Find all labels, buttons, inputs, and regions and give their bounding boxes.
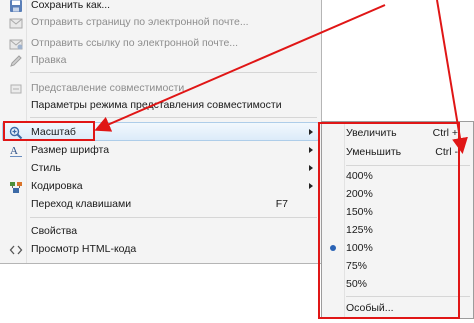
submenu-arrow-icon	[309, 147, 313, 153]
view-source-icon	[8, 242, 24, 257]
menu-item-label: Стиль	[31, 162, 61, 174]
menu-separator	[30, 117, 317, 118]
menu-separator	[30, 217, 317, 218]
menu-item-label: Отправить ссылку по электронной почте...	[31, 37, 239, 49]
menu-item-label: Отправить страницу по электронной почте.…	[31, 16, 249, 28]
save-icon	[8, 0, 24, 13]
menu-item-label: Кодировка	[31, 180, 83, 192]
menu-item-edit[interactable]: Правка	[3, 51, 318, 70]
menu-item-style[interactable]: Стиль	[3, 159, 318, 178]
font-size-icon: A	[8, 143, 24, 158]
menu-item-properties[interactable]: Свойства	[3, 222, 318, 241]
submenu-arrow-icon	[309, 165, 313, 171]
menu-item-label: Просмотр HTML-кода	[31, 243, 137, 255]
annotation-box-zoom-item	[3, 121, 95, 141]
mail-page-icon	[8, 15, 24, 30]
submenu-arrow-icon	[309, 129, 313, 135]
menu-item-send-page[interactable]: Отправить страницу по электронной почте.…	[3, 13, 318, 32]
menu-item-label: Свойства	[31, 225, 78, 237]
edit-pencil-icon	[8, 53, 24, 68]
mail-link-icon	[8, 36, 24, 51]
annotation-box-zoom-submenu	[318, 122, 460, 319]
menu-item-label: Размер шрифта	[31, 144, 110, 156]
svg-text:A: A	[10, 145, 18, 157]
menu-item-label: Переход клавишами	[31, 198, 132, 210]
menu-item-caret-browsing[interactable]: Переход клавишами F7	[3, 195, 318, 214]
menu-item-label: Сохранить как...	[31, 0, 111, 11]
menu-item-encoding[interactable]: Кодировка	[3, 177, 318, 196]
menu-item-label: Параметры режима представления совместим…	[31, 99, 282, 111]
menu-item-label: Представление совместимости	[31, 82, 185, 94]
menu-item-shortcut: F7	[275, 198, 288, 210]
menu-separator	[30, 72, 317, 73]
menu-item-compat-settings[interactable]: Параметры режима представления совместим…	[3, 96, 318, 115]
menu-item-label: Правка	[31, 54, 67, 66]
compat-view-icon	[8, 81, 24, 96]
submenu-arrow-icon	[309, 183, 313, 189]
menu-item-font-size[interactable]: A Размер шрифта	[3, 141, 318, 160]
encoding-icon	[8, 179, 24, 194]
menu-item-view-source[interactable]: Просмотр HTML-кода	[3, 240, 318, 259]
